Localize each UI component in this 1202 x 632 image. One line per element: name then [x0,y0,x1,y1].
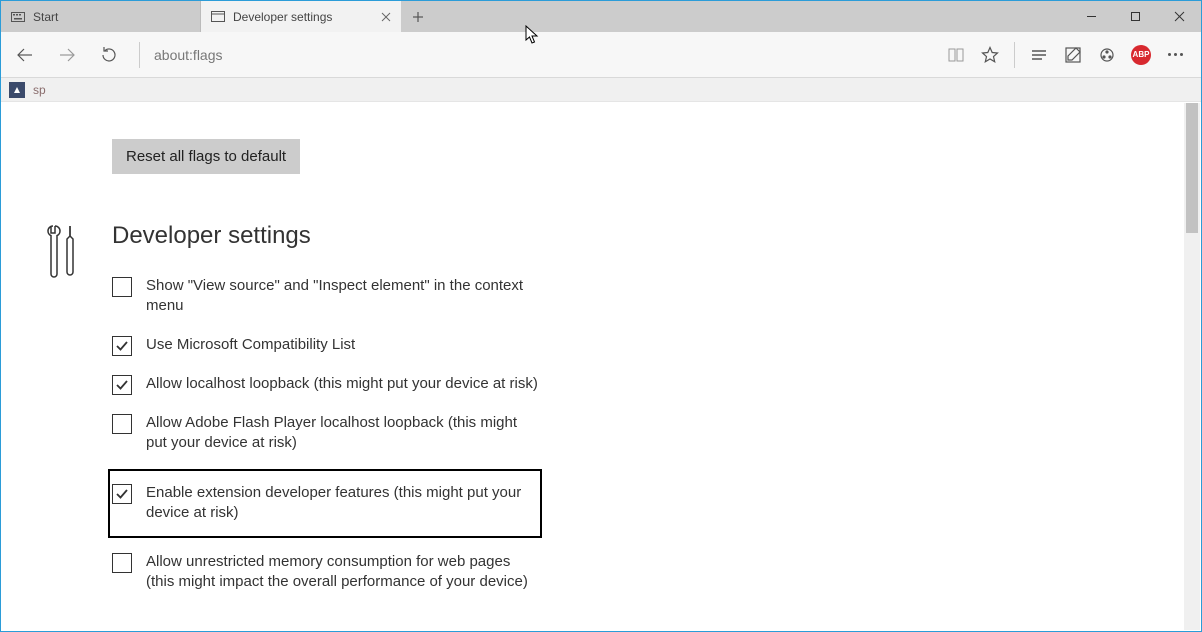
separator [1014,42,1015,68]
option-row: Use Microsoft Compatibility List [112,335,542,356]
hub-icon[interactable] [1023,39,1055,71]
tab-label: Developer settings [233,10,332,24]
share-icon[interactable] [1091,39,1123,71]
separator [139,42,140,68]
page-viewport: Reset all flags to default Developer set… [2,103,1200,630]
reset-flags-button[interactable]: Reset all flags to default [112,139,300,174]
refresh-button[interactable] [91,37,127,73]
favorites-icon[interactable] [974,39,1006,71]
checkbox[interactable] [112,553,132,573]
option-row: Show "View source" and "Inspect element"… [112,276,542,317]
checkbox[interactable] [112,375,132,395]
hint-icon [9,82,25,98]
web-note-icon[interactable] [1057,39,1089,71]
option-row: Allow Adobe Flash Player localhost loopb… [112,413,542,454]
checkbox[interactable] [112,484,132,504]
forward-button[interactable] [49,37,85,73]
more-icon[interactable] [1159,39,1191,71]
tab-developer-settings[interactable]: Developer settings [201,1,401,32]
address-bar[interactable]: about:flags [152,47,934,63]
close-button[interactable] [1157,1,1201,32]
option-label: Show "View source" and "Inspect element"… [146,276,542,317]
checkbox[interactable] [112,336,132,356]
maximize-button[interactable] [1113,1,1157,32]
window-controls [1069,1,1201,32]
window-icon [211,11,225,23]
hint-text: sp [33,83,46,97]
hint-bar: sp [1,78,1201,102]
checkbox[interactable] [112,277,132,297]
vertical-scrollbar[interactable] [1184,103,1200,630]
toolbar-right: ABP [940,39,1191,71]
abp-icon[interactable]: ABP [1125,39,1157,71]
option-label: Allow localhost loopback (this might put… [146,374,538,394]
option-label: Allow Adobe Flash Player localhost loopb… [146,413,542,454]
section-title: Developer settings [112,222,542,250]
scroll-thumb[interactable] [1186,103,1198,233]
option-label: Use Microsoft Compatibility List [146,335,355,355]
checkbox[interactable] [112,414,132,434]
option-label: Enable extension developer features (thi… [146,483,530,524]
option-row: Allow localhost loopback (this might put… [112,374,542,395]
option-row: Allow unrestricted memory consumption fo… [112,552,542,593]
option-label: Allow unrestricted memory consumption fo… [146,552,542,593]
navigation-toolbar: about:flags ABP [1,32,1201,78]
keyboard-icon [11,11,25,23]
title-bar: Start Developer settings [1,1,1201,32]
tab-label: Start [33,10,58,24]
minimize-button[interactable] [1069,1,1113,32]
back-button[interactable] [7,37,43,73]
reading-view-icon[interactable] [940,39,972,71]
tab-start[interactable]: Start [1,1,201,32]
tab-close-icon[interactable] [381,9,391,25]
developer-tools-icon [38,222,112,610]
option-row: Enable extension developer features (thi… [108,469,542,538]
new-tab-button[interactable] [401,1,435,32]
